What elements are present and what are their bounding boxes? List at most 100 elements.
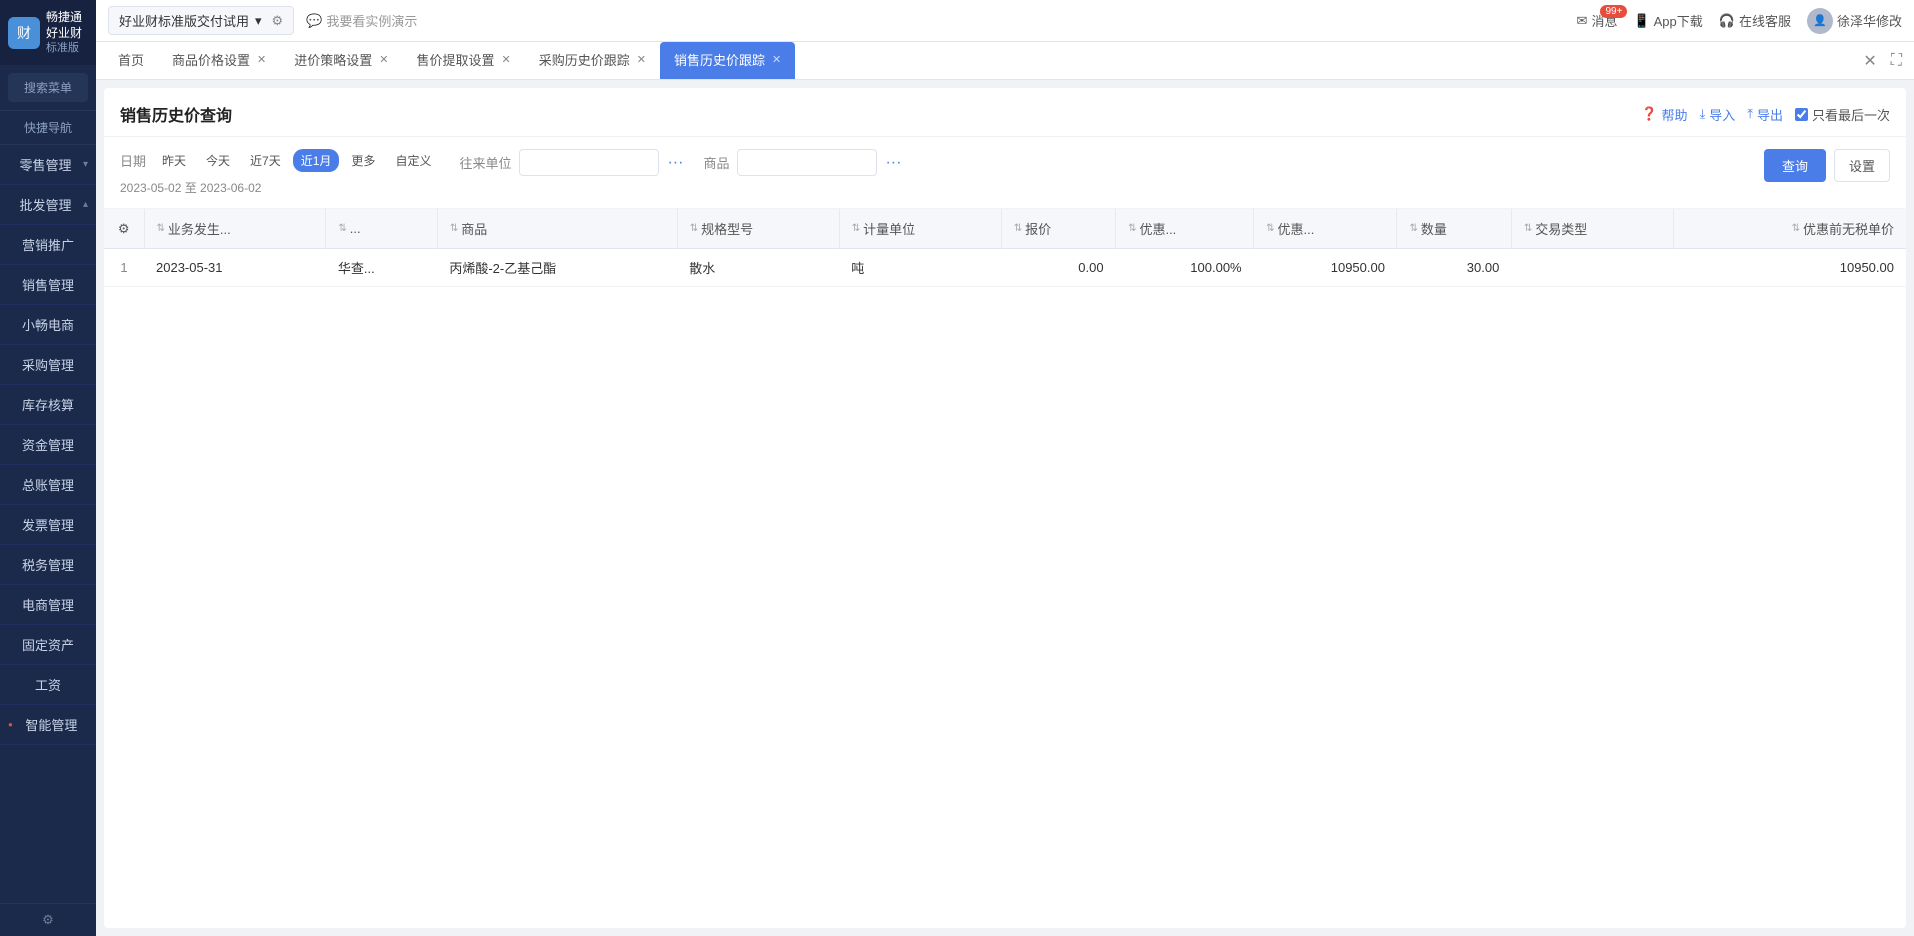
sidebar-settings[interactable]: ⚙ (0, 903, 96, 936)
sidebar: 财 畅捷通好业财 标准版 搜索菜单 快捷导航 零售管理 ▾ 批发管理 ▴ 营销推… (0, 0, 96, 936)
col-unit[interactable]: ⇅ 计量单位 (839, 209, 1001, 249)
workspace-dropdown[interactable]: 好业财标准版交付试用 ▾ ⚙ (108, 6, 294, 35)
date-more-button[interactable]: 更多 (343, 149, 383, 172)
sidebar-item-smart[interactable]: 智能管理 (0, 705, 96, 745)
sidebar-item-ecommerce-small[interactable]: 小畅电商 (0, 305, 96, 345)
col-business-date[interactable]: ⇅ 业务发生... (144, 209, 326, 249)
tab-close-icon[interactable]: ✕ (772, 53, 781, 66)
query-button[interactable]: 查询 (1764, 149, 1826, 182)
goods-dots-button[interactable]: ··· (885, 154, 901, 172)
table-header-row: ⚙ ⇅ 业务发生... ⇅ ... (104, 209, 1906, 249)
row-num: 1 (104, 249, 144, 287)
top-bar-right: ✉ 消息 99+ 📱 App下载 🎧 在线客服 👤 徐泽华修改 (1577, 8, 1902, 34)
sidebar-item-purchase[interactable]: 采购管理 (0, 345, 96, 385)
col-goods[interactable]: ⇅ 商品 (437, 209, 677, 249)
tab-sale-price-label: 售价提取设置 (416, 50, 494, 69)
tab-purchase-price[interactable]: 进价策略设置 ✕ (280, 42, 402, 80)
sidebar-item-inventory[interactable]: 库存核算 (0, 385, 96, 425)
page-title: 销售历史价查询 (120, 102, 232, 126)
tab-bar: 首页 商品价格设置 ✕ 进价策略设置 ✕ 售价提取设置 ✕ 采购历史价跟踪 ✕ … (96, 42, 1914, 80)
sidebar-item-retail[interactable]: 零售管理 ▾ (0, 145, 96, 185)
goods-filter: 商品 ··· (703, 149, 901, 176)
tab-close-icon[interactable]: ✕ (257, 53, 266, 66)
date-last7-button[interactable]: 近7天 (242, 149, 289, 172)
col-more[interactable]: ⇅ ... (326, 209, 438, 249)
last-time-label: 只看最后一次 (1812, 105, 1890, 124)
workspace-label: 好业财标准版交付试用 (119, 11, 249, 30)
tab-purchase-history[interactable]: 采购历史价跟踪 ✕ (525, 42, 660, 80)
tab-sales-history-label: 销售历史价跟踪 (674, 50, 765, 69)
app-download-button[interactable]: 📱 App下载 (1633, 11, 1702, 30)
date-custom-button[interactable]: 自定义 (387, 149, 439, 172)
sidebar-item-sales[interactable]: 销售管理 (0, 265, 96, 305)
help-button[interactable]: ❓ 帮助 (1641, 105, 1687, 124)
sidebar-item-payroll[interactable]: 工资 (0, 665, 96, 705)
sidebar-item-tax[interactable]: 税务管理 (0, 545, 96, 585)
sort-icon: ⇅ (338, 223, 346, 234)
date-yesterday-button[interactable]: 昨天 (154, 149, 194, 172)
tab-home[interactable]: 首页 (104, 42, 158, 80)
last-time-checkbox[interactable] (1795, 108, 1808, 121)
export-button[interactable]: ⤒ 导出 (1747, 105, 1783, 124)
incoming-unit-filter: 往来单位 ··· (459, 149, 683, 176)
sidebar-item-general[interactable]: 总账管理 (0, 465, 96, 505)
search-menu-button[interactable]: 搜索菜单 (8, 73, 88, 102)
sort-icon: ⇅ (1792, 223, 1800, 234)
col-quantity[interactable]: ⇅ 数量 (1397, 209, 1511, 249)
import-label: 导入 (1709, 105, 1735, 124)
col-quote[interactable]: ⇅ 报价 (1001, 209, 1115, 249)
tab-purchase-price-label: 进价策略设置 (294, 50, 372, 69)
page-header: 销售历史价查询 ❓ 帮助 ⤓ 导入 ⤒ 导出 只看最后一次 (104, 88, 1906, 137)
incoming-unit-label: 往来单位 (459, 153, 511, 172)
col-discount2[interactable]: ⇅ 优惠... (1254, 209, 1397, 249)
col-trans-type[interactable]: ⇅ 交易类型 (1511, 209, 1673, 249)
date-filter-buttons: 昨天 今天 近7天 近1月 更多 自定义 (154, 149, 439, 172)
settings-icon: ⚙ (42, 912, 54, 927)
quick-nav-button[interactable]: 快捷导航 (0, 111, 96, 145)
last-time-checkbox-label[interactable]: 只看最后一次 (1795, 105, 1890, 124)
sidebar-item-ecommerce[interactable]: 电商管理 (0, 585, 96, 625)
col-gear[interactable]: ⚙ (104, 209, 144, 249)
incoming-unit-dots-button[interactable]: ··· (667, 154, 683, 172)
demo-icon: 💬 (306, 13, 322, 29)
incoming-unit-input[interactable] (519, 149, 659, 176)
sort-icon: ⇅ (1409, 223, 1417, 234)
tab-close-icon[interactable]: ✕ (637, 53, 646, 66)
maximize-tab-button[interactable]: ⛶ (1887, 49, 1906, 73)
demo-button[interactable]: 💬 我要看实例演示 (306, 11, 417, 30)
tab-close-icon[interactable]: ✕ (502, 53, 511, 66)
sidebar-item-assets[interactable]: 固定资产 (0, 625, 96, 665)
sort-icon: ⇅ (450, 223, 458, 234)
top-bar: 好业财标准版交付试用 ▾ ⚙ 💬 我要看实例演示 ✉ 消息 99+ 📱 App下… (96, 0, 1914, 42)
dropdown-arrow-icon: ▾ (255, 13, 262, 29)
main-area: 好业财标准版交付试用 ▾ ⚙ 💬 我要看实例演示 ✉ 消息 99+ 📱 App下… (96, 0, 1914, 936)
tab-price-label: 商品价格设置 (172, 50, 250, 69)
date-today-button[interactable]: 今天 (198, 149, 238, 172)
close-tab-button[interactable]: ✕ (1859, 49, 1880, 73)
sidebar-item-marketing[interactable]: 营销推广 (0, 225, 96, 265)
online-service-button[interactable]: 🎧 在线客服 (1719, 11, 1791, 30)
date-last1m-button[interactable]: 近1月 (293, 149, 340, 172)
cell-trans-type (1511, 249, 1673, 287)
message-icon: ✉ (1577, 13, 1588, 29)
cell-more: 华查... (326, 249, 438, 287)
tab-price[interactable]: 商品价格设置 ✕ (158, 42, 280, 80)
tab-sale-price[interactable]: 售价提取设置 ✕ (402, 42, 524, 80)
message-button[interactable]: ✉ 消息 99+ (1577, 11, 1618, 30)
col-pretax-price[interactable]: ⇅ 优惠前无税单价 (1673, 209, 1906, 249)
sidebar-item-finance[interactable]: 资金管理 (0, 425, 96, 465)
goods-label: 商品 (703, 153, 729, 172)
tab-close-icon[interactable]: ✕ (379, 53, 388, 66)
cell-pretax-price: 10950.00 (1673, 249, 1906, 287)
sidebar-item-wholesale[interactable]: 批发管理 ▴ (0, 185, 96, 225)
setting-button[interactable]: 设置 (1834, 149, 1890, 182)
col-spec[interactable]: ⇅ 规格型号 (677, 209, 839, 249)
user-profile-button[interactable]: 👤 徐泽华修改 (1807, 8, 1902, 34)
goods-input[interactable] (737, 149, 877, 176)
filter-actions: 查询 设置 (1764, 149, 1890, 182)
sidebar-item-invoice[interactable]: 发票管理 (0, 505, 96, 545)
tab-sales-history[interactable]: 销售历史价跟踪 ✕ (660, 42, 795, 80)
table-row: 1 2023-05-31 华查... 丙烯酸-2-乙基己酯 散水 吨 0.00 … (104, 249, 1906, 287)
col-discount1[interactable]: ⇅ 优惠... (1116, 209, 1254, 249)
import-button[interactable]: ⤓ 导入 (1699, 105, 1735, 124)
